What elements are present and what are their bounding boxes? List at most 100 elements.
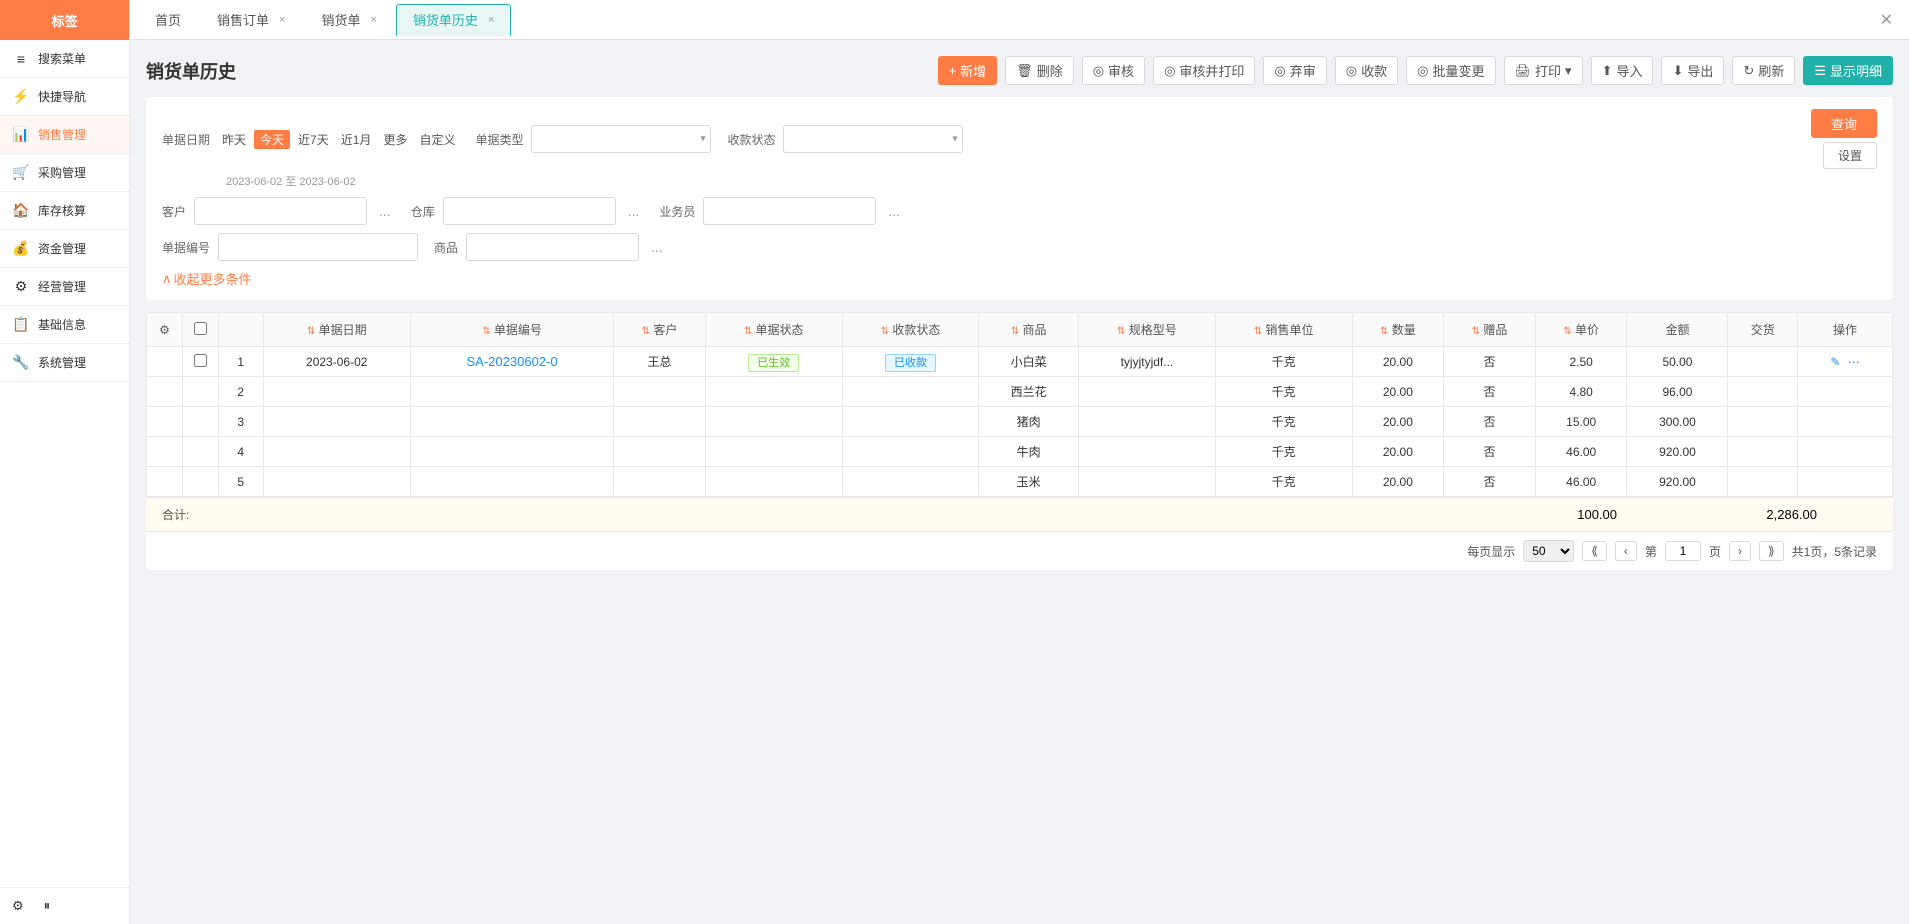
date-btn-more[interactable]: 更多 [379,130,411,149]
tab-sales-order-close[interactable]: × [279,14,285,26]
sidebar-item-quick-nav[interactable]: ⚡ 快捷导航 [0,78,129,116]
batch-change-button[interactable]: ◎ 批量变更 [1406,56,1495,85]
cell-row-num: 2 [219,377,264,407]
print-button[interactable]: 🖨 打印 ▾ [1504,56,1583,85]
col-customer[interactable]: ⇅ 客户 [614,313,706,347]
cell-row-num: 3 [219,407,264,437]
sidebar-item-basic-info[interactable]: 📋 基础信息 [0,306,129,344]
col-gear[interactable]: ⚙ [147,313,183,347]
cell-doc-date [263,437,410,467]
tab-sales-delivery-label: 销货单 [321,10,360,29]
query-button[interactable]: 查询 [1811,109,1877,138]
tab-home[interactable]: 首页 [138,4,198,36]
export-button[interactable]: ⬇ 导出 [1661,56,1724,85]
sidebar-item-purchase-mgmt[interactable]: 🛒 采购管理 [0,154,129,192]
import-button[interactable]: ⬆ 导入 [1591,56,1654,85]
page-size-select[interactable]: 20 50 100 [1523,540,1574,562]
sidebar-item-label: 经营管理 [38,278,86,295]
tab-sales-history[interactable]: 销货单历史 × [396,4,511,36]
col-goods[interactable]: ⇅ 商品 [979,313,1079,347]
col-collect-status[interactable]: ⇅ 收款状态 [842,313,979,347]
customer-input[interactable] [194,197,367,225]
doc-no-input[interactable] [218,233,418,261]
new-button[interactable]: + 新增 [938,56,998,85]
col-spec[interactable]: ⇅ 规格型号 [1079,313,1216,347]
col-doc-no[interactable]: ⇅ 单据编号 [410,313,613,347]
tab-sales-delivery-close[interactable]: × [370,14,376,26]
more-action-button[interactable]: ⋯ [1848,355,1860,369]
audit-print-button[interactable]: ◎ 审核并打印 [1153,56,1255,85]
customer-more-button[interactable]: ... [375,203,395,219]
cell-doc-no [410,377,613,407]
detail-icon: ☰ [1814,63,1826,79]
window-close-button[interactable]: ✕ [1872,6,1901,34]
sidebar-item-inventory[interactable]: 🏠 库存核算 [0,192,129,230]
abandon-icon: ◎ [1274,63,1285,79]
delete-icon: 🗑 [1016,63,1033,79]
show-detail-button[interactable]: ☰ 显示明细 [1803,56,1893,85]
doc-type-input[interactable] [531,125,711,153]
table-footer: 合计: 100.00 2,286.00 [146,497,1893,531]
goods-more-button[interactable]: ... [647,239,667,255]
edit-action-button[interactable]: ✎ [1830,355,1840,369]
warehouse-more-button[interactable]: ... [624,203,644,219]
col-doc-date[interactable]: ⇅ 单据日期 [263,313,410,347]
col-gift[interactable]: ⇅ 赠品 [1444,313,1536,347]
filter-collapse-row: ∧ 收起更多条件 [162,269,1877,288]
tab-sales-order[interactable]: 销售订单 × [200,4,302,36]
collection-status-input[interactable] [783,125,963,153]
cell-checkbox [183,347,219,377]
select-all-checkbox[interactable] [194,322,207,335]
row-checkbox[interactable] [194,354,207,367]
warehouse-input[interactable] [443,197,616,225]
cell-trade [1728,407,1798,437]
filter-row-date-range: 2023-06-02 至 2023-06-02 [162,173,1877,189]
total-pages-info: 共1页，5条记录 [1792,543,1877,560]
last-page-button[interactable]: ⟫ [1759,541,1784,561]
sidebar-item-label: 基础信息 [38,316,86,333]
cell-trade [1728,467,1798,497]
date-btn-7days[interactable]: 近7天 [294,130,333,149]
col-qty[interactable]: ⇅ 数量 [1352,313,1444,347]
cell-doc-date [263,467,410,497]
date-btn-yesterday[interactable]: 昨天 [218,130,250,149]
col-unit[interactable]: ⇅ 销售单位 [1215,313,1352,347]
first-page-button[interactable]: ⟪ [1582,541,1607,561]
col-unit-price[interactable]: ⇅ 单价 [1535,313,1627,347]
collect-button[interactable]: ◎ 收款 [1335,56,1398,85]
page-number-input[interactable] [1665,541,1701,561]
refresh-button[interactable]: ↻ 刷新 [1732,56,1795,85]
sidebar-item-label: 库存核算 [38,202,86,219]
settings-gear-icon: ⚙ [12,898,24,914]
sidebar-bottom-gear[interactable]: ⚙ ⏸ [0,888,129,924]
date-btn-1month[interactable]: 近1月 [337,130,376,149]
next-page-button[interactable]: › [1729,541,1751,561]
date-btn-today[interactable]: 今天 [254,130,290,149]
sidebar-item-system-mgmt[interactable]: 🔧 系统管理 [0,344,129,382]
sidebar-item-operations-mgmt[interactable]: ⚙ 经营管理 [0,268,129,306]
set-button[interactable]: 设置 [1823,142,1877,169]
col-doc-status[interactable]: ⇅ 单据状态 [705,313,842,347]
table-header-row: ⚙ ⇅ 单据日期 ⇅ 单据编号 ⇅ 客户 ⇅ 单据状态 ⇅ 收款状态 ⇅ 商品 … [147,313,1893,347]
sidebar-item-finance-mgmt[interactable]: 💰 资金管理 [0,230,129,268]
sidebar-item-sales-mgmt[interactable]: 📊 销售管理 [0,116,129,154]
audit-button[interactable]: ◎ 审核 [1082,56,1145,85]
tab-sales-delivery[interactable]: 销货单 × [304,4,393,36]
doc-no-link[interactable]: SA-20230602-0 [467,354,558,369]
salesperson-input[interactable] [703,197,876,225]
date-btn-custom[interactable]: 自定义 [415,130,459,149]
prev-page-button[interactable]: ‹ [1615,541,1637,561]
salesperson-more-button[interactable]: ... [884,203,904,219]
filter-collection-status: 收款状态 ▾ [727,125,963,153]
tab-home-label: 首页 [155,10,181,29]
abandon-button[interactable]: ◎ 弃审 [1263,56,1326,85]
delete-button[interactable]: 🗑 删除 [1005,56,1074,85]
cell-doc-status: 已生效 [705,347,842,377]
tab-sales-history-close[interactable]: × [488,14,494,26]
sidebar-item-search-menu[interactable]: ≡ 搜索菜单 [0,40,129,78]
total-label: 合计: [162,506,189,523]
goods-input[interactable] [466,233,639,261]
cell-collect-status [842,437,979,467]
collapse-button[interactable]: ∧ 收起更多条件 [162,269,1877,288]
cell-doc-date [263,407,410,437]
